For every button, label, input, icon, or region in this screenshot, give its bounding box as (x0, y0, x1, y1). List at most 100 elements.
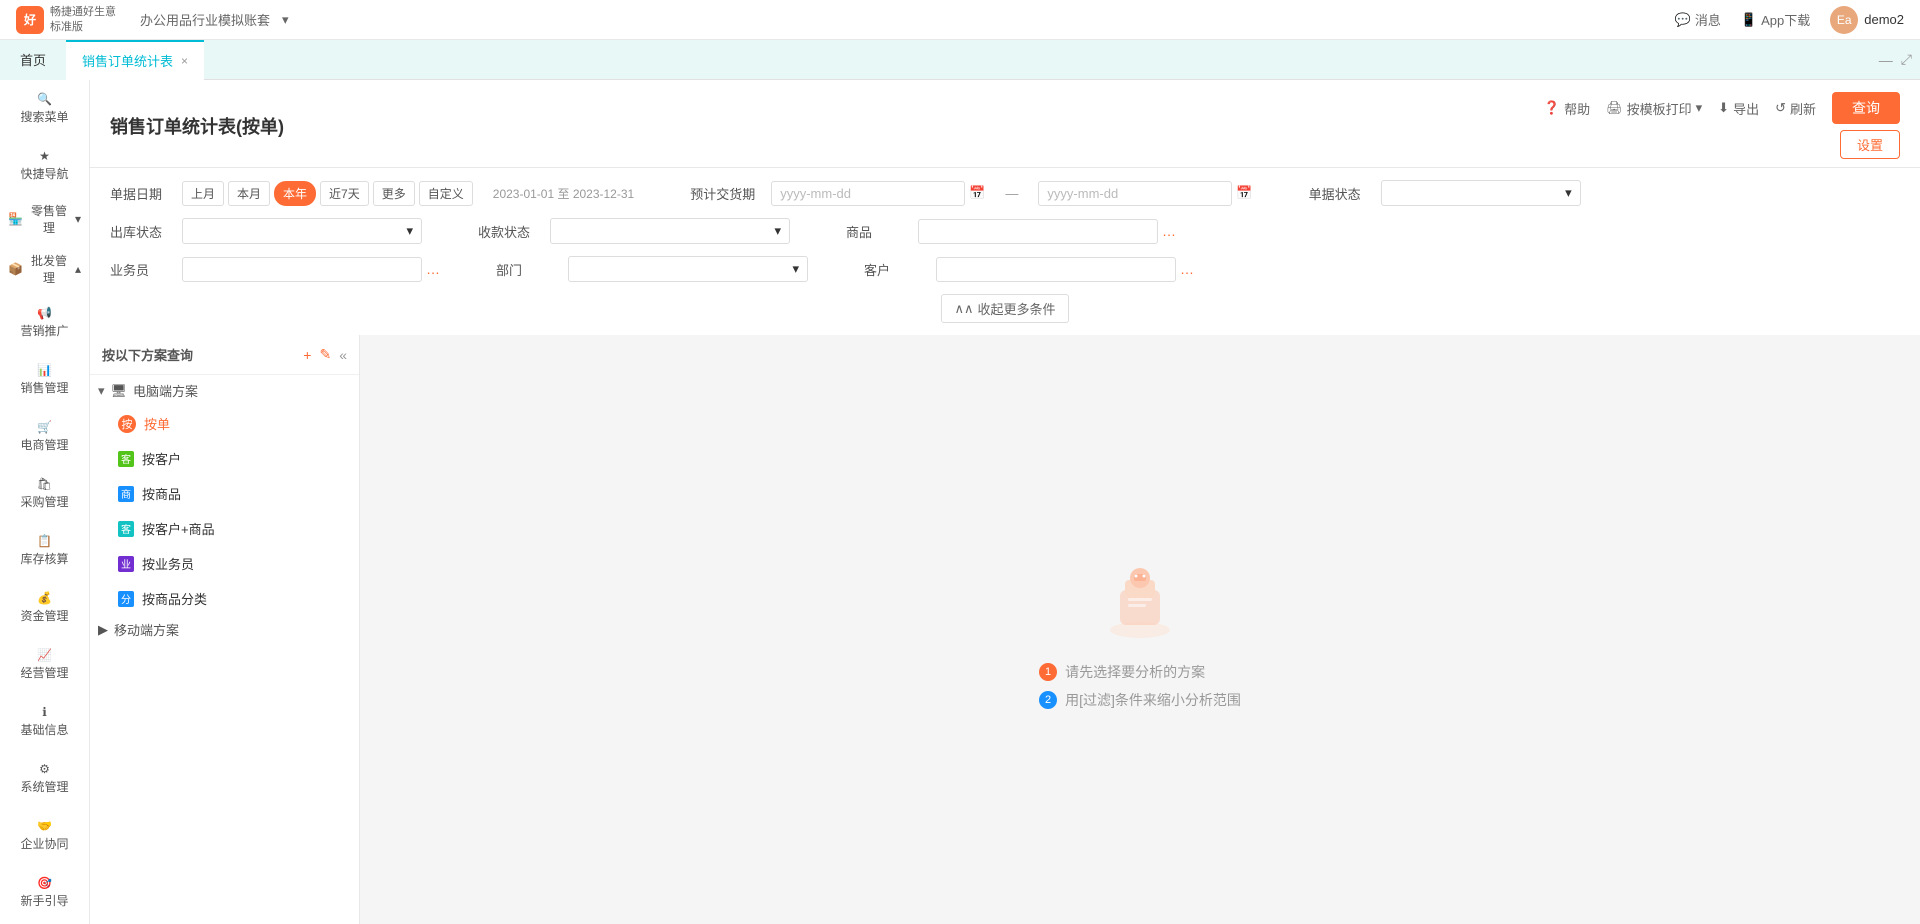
filter-panel: 单据日期 上月 本月 本年 近7天 更多 自定义 2023-01-01 至 20… (90, 168, 1920, 335)
collapse-panel-icon[interactable]: « (339, 347, 347, 363)
tab-home[interactable]: 首页 (0, 40, 66, 80)
page-header: 销售订单统计表(按单) ❓ 帮助 🖨 按模板打印 ▾ (90, 80, 1920, 168)
sidebar-item-sales[interactable]: 📊 销售管理 (0, 351, 89, 408)
retail-icon: 🏪 (8, 212, 23, 226)
sidebar-item-guide[interactable]: 🎯 新手引导 (0, 864, 89, 921)
body-area: 按以下方案查询 + ✎ « ▾ 🖥 电脑端方案 按 按 (90, 335, 1920, 924)
sidebar-item-wholesale[interactable]: 📦 批发管理 ▴ (0, 244, 89, 294)
top-bar-right: 💬 消息 📱 App下载 Ea demo2 (1675, 6, 1904, 34)
tab-active[interactable]: 销售订单统计表 × (66, 40, 204, 80)
sidebar-item-marketing[interactable]: 📢 营销推广 (0, 294, 89, 351)
active-tab-label: 销售订单统计表 (82, 51, 173, 70)
delivery-status-arrow: ▾ (406, 223, 413, 239)
bill-status-select[interactable]: ▾ (1381, 180, 1581, 206)
sidebar-item-search[interactable]: 🔍 搜索菜单 (0, 80, 89, 137)
logo-text: 畅捷通好生意 标准版 (50, 5, 116, 34)
goods-label: 商品 (846, 222, 902, 241)
date-btn-last-month[interactable]: 上月 (182, 181, 224, 206)
sidebar-item-basic-info[interactable]: ℹ 基础信息 (0, 693, 89, 750)
sidebar-item-finance[interactable]: 💰 资金管理 (0, 579, 89, 636)
filter-row-date: 单据日期 上月 本月 本年 近7天 更多 自定义 2023-01-01 至 20… (110, 180, 1900, 206)
sidebar-item-retail[interactable]: 🏪 零售管理 ▾ (0, 194, 89, 244)
scheme-item-by-customer[interactable]: 客 按客户 (102, 441, 359, 476)
refresh-icon: ↺ (1775, 100, 1786, 116)
date-btn-7days[interactable]: 近7天 (320, 181, 369, 206)
refresh-button[interactable]: ↺ 刷新 (1775, 99, 1816, 118)
scheme-icon-order: 按 (118, 415, 136, 433)
collapse-icon: ∧∧ (954, 301, 973, 317)
page-actions: ❓ 帮助 🖨 按模板打印 ▾ ⬇ 导出 ↺ (1544, 92, 1900, 159)
tab-close-icon[interactable]: × (181, 54, 188, 68)
payment-status-arrow: ▾ (774, 223, 781, 239)
scheme-item-by-goods-category[interactable]: 分 按商品分类 (102, 581, 359, 616)
user-area[interactable]: Ea demo2 (1830, 6, 1904, 34)
tab-minimize-icon[interactable]: — (1879, 52, 1893, 68)
app-download-button[interactable]: 📱 App下载 (1741, 10, 1810, 29)
collapse-button[interactable]: ∧∧ 收起更多条件 (941, 294, 1068, 323)
tree-desktop-section[interactable]: ▾ 🖥 电脑端方案 (90, 375, 359, 406)
sidebar-item-collab[interactable]: 🤝 企业协同 (0, 807, 89, 864)
scheme-item-by-goods[interactable]: 商 按商品 (102, 476, 359, 511)
sidebar-item-ecom[interactable]: 🛒 电商管理 (0, 408, 89, 465)
goods-more-icon[interactable]: … (1162, 223, 1176, 239)
purchase-icon: 🛍 (37, 477, 52, 491)
scheme-item-by-salesperson[interactable]: 业 按业务员 (102, 546, 359, 581)
tree-mobile-section[interactable]: ▶ 移动端方案 (90, 616, 359, 643)
ecom-icon: 🛒 (37, 420, 52, 434)
add-scheme-icon[interactable]: + (303, 347, 311, 363)
search-icon: 🔍 (37, 92, 52, 106)
collab-icon: 🤝 (37, 819, 52, 833)
salesperson-more-icon[interactable]: … (426, 261, 440, 277)
query-button[interactable]: 查询 (1832, 92, 1900, 124)
sidebar-item-inventory[interactable]: 📋 库存核算 (0, 522, 89, 579)
help-button[interactable]: ❓ 帮助 (1544, 99, 1590, 118)
top-bar-dropdown-icon[interactable]: ▾ (282, 12, 289, 28)
customer-label: 客户 (864, 260, 920, 279)
scheme-item-by-order[interactable]: 按 按单 (102, 406, 359, 441)
customer-input[interactable] (936, 257, 1176, 282)
top-bar: 好 畅捷通好生意 标准版 办公用品行业模拟账套 ▾ 💬 消息 📱 App下载 E… (0, 0, 1920, 40)
edit-scheme-icon[interactable]: ✎ (319, 346, 331, 363)
help-icon: ❓ (1544, 100, 1560, 116)
scheme-icon-goods: 商 (118, 486, 134, 502)
customer-more-icon[interactable]: … (1180, 261, 1194, 277)
sidebar-item-operations[interactable]: 📈 经营管理 (0, 636, 89, 693)
sidebar-item-purchase[interactable]: 🛍 采购管理 (0, 465, 89, 522)
export-button[interactable]: ⬇ 导出 (1718, 99, 1759, 118)
empty-hint-1: 1 请先选择要分析的方案 (1039, 662, 1241, 682)
filter-collapse-row: ∧∧ 收起更多条件 (110, 294, 1900, 323)
goods-input[interactable] (918, 219, 1158, 244)
department-arrow: ▾ (792, 261, 799, 277)
date-btn-this-year[interactable]: 本年 (274, 181, 316, 206)
print-button[interactable]: 🖨 按模板打印 ▾ (1606, 99, 1702, 118)
calendar-to-icon[interactable]: 📅 (1236, 185, 1252, 201)
expected-date-label: 预计交货期 (690, 184, 755, 203)
date-btn-custom[interactable]: 自定义 (419, 181, 473, 206)
message-icon: 💬 (1675, 12, 1691, 28)
left-panel-icons: + ✎ « (303, 346, 347, 363)
guide-icon: 🎯 (37, 876, 52, 890)
date-btn-this-month[interactable]: 本月 (228, 181, 270, 206)
expected-date-to-input[interactable] (1038, 181, 1232, 206)
delivery-status-select[interactable]: ▾ (182, 218, 422, 244)
tab-expand-icon[interactable]: ⤢ (1901, 51, 1912, 68)
scheme-item-by-customer-goods[interactable]: 客 按客户+商品 (102, 511, 359, 546)
payment-status-select[interactable]: ▾ (550, 218, 790, 244)
print-icon: 🖨 (1606, 100, 1623, 116)
top-bar-left: 好 畅捷通好生意 标准版 办公用品行业模拟账套 ▾ (16, 5, 289, 34)
sidebar-item-quicknav[interactable]: ★ 快捷导航 (0, 137, 89, 194)
inventory-icon: 📋 (37, 534, 52, 548)
expected-date-from-input[interactable] (771, 181, 965, 206)
logo-icon: 好 (16, 6, 44, 34)
date-btn-more[interactable]: 更多 (373, 181, 415, 206)
filter-row-person: 业务员 … 部门 ▾ 客户 … (110, 256, 1900, 282)
sidebar-item-system[interactable]: ⚙ 系统管理 (0, 750, 89, 807)
hint-num-2: 2 (1039, 691, 1057, 709)
salesperson-input[interactable] (182, 257, 422, 282)
settings-button[interactable]: 设置 (1840, 130, 1900, 159)
goods-input-wrapper: … (918, 219, 1176, 244)
department-select[interactable]: ▾ (568, 256, 808, 282)
calendar-from-icon[interactable]: 📅 (969, 185, 985, 201)
message-button[interactable]: 💬 消息 (1675, 10, 1721, 29)
scheme-icon-salesperson: 业 (118, 556, 134, 572)
